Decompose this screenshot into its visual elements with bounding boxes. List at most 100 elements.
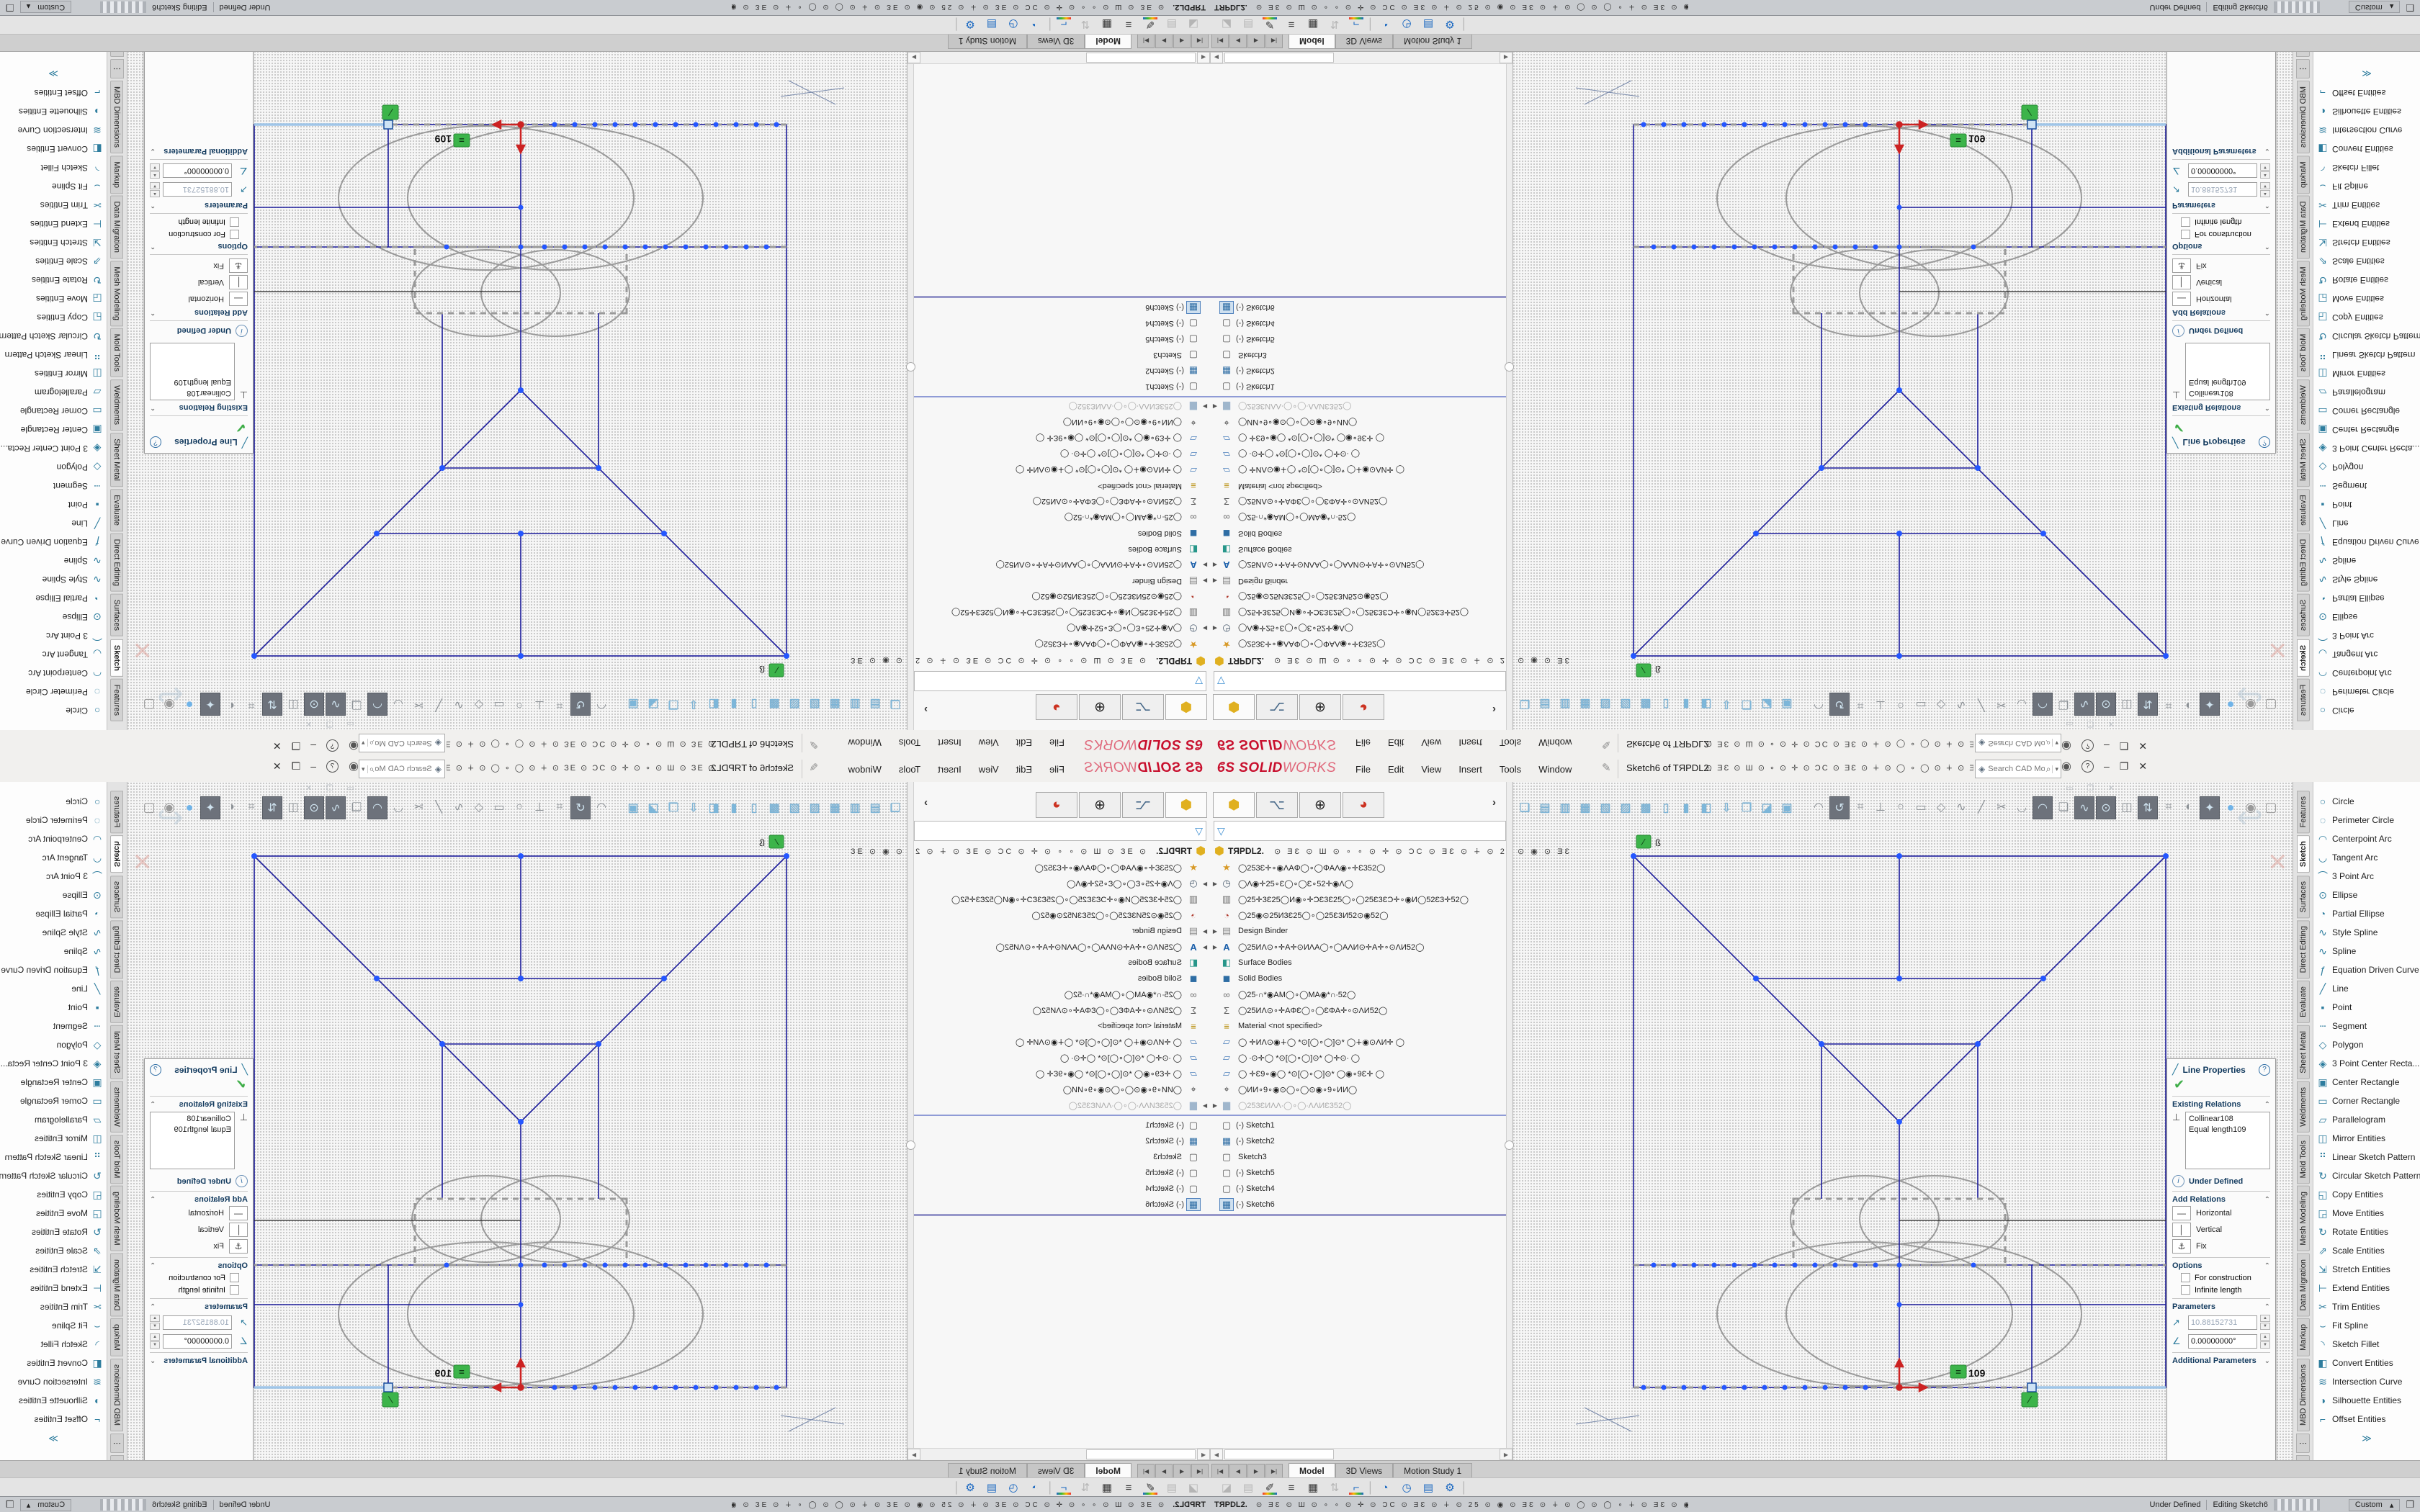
tree-scrollbar[interactable] <box>1506 52 1512 730</box>
unit-system-dropdown[interactable]: Custom ▴ <box>2349 1 2400 14</box>
panel-tab[interactable]: ⊕ <box>1079 694 1121 720</box>
tree-filter-input[interactable]: ▽ <box>1214 821 1506 841</box>
menu-item[interactable]: Window <box>1531 735 1579 752</box>
tree-item[interactable]: Σ ◯25ИΛ⊙∘✛AΦƐ◯∘◯ƐΦA✛∘⊙ΛИ52◯ <box>778 1002 1210 1018</box>
palette-item[interactable]: ◔ Partial Ellipse <box>2313 589 2420 608</box>
model-tab[interactable]: Motion Study 1 <box>948 1463 1027 1478</box>
tree-filter-input[interactable]: ▽ <box>1214 671 1506 691</box>
parameter-input[interactable]: 0.00000000° <box>163 164 232 179</box>
bottom-toolbar-icon[interactable]: │ <box>1046 1480 1053 1495</box>
tree-item[interactable]: ▶ ◷ ◯Λ◉✛25∘Ɛ◯∘◯Ɛ∘52✛◉Λ◯ <box>778 876 1210 891</box>
collapse-chevron-icon[interactable]: ⌃ <box>2264 1262 2270 1270</box>
toolbar-icon[interactable]: ⇅ <box>262 693 282 716</box>
bottom-toolbar-icon[interactable]: ▦ <box>1302 17 1324 32</box>
spinner[interactable]: ▲▼ <box>2260 1333 2270 1349</box>
tree-item[interactable]: ∞ ◯25∙∩*◉AM◯∘◯MA◉*∩∙52◯ <box>1210 510 1642 526</box>
palette-item[interactable]: ⊙ Ellipse <box>2313 608 2420 626</box>
palette-item[interactable]: ◈ 3 Point Center Recta... <box>0 1054 107 1073</box>
tab-nav-button[interactable]: ▶| <box>1265 1464 1283 1478</box>
command-tab[interactable]: Data Migration <box>2297 196 2310 259</box>
toolbar-icon[interactable]: ❏ <box>1515 693 1534 715</box>
command-tab[interactable]: Sketch <box>2297 835 2310 873</box>
toolbar-icon[interactable]: ◡ <box>389 694 408 716</box>
spinner[interactable]: ▲▼ <box>2260 163 2270 179</box>
command-tab[interactable]: MBD Dimensions <box>111 1359 124 1431</box>
panel-tab[interactable]: ⬢ <box>1213 792 1255 818</box>
toolbar-icon[interactable]: ❏ <box>1515 797 1534 819</box>
panel-tab[interactable]: ◕ <box>1036 792 1077 818</box>
collapse-chevron-icon[interactable]: ⌃ <box>2264 1196 2270 1204</box>
toolbar-icon[interactable]: ▩ <box>765 693 784 715</box>
tree-item[interactable]: ▱ ◯ ✛ИΛ⊙◉∔◯ *⊙[◯∘◯]⊙* ◯∔◉⊙ΛИ✛ ◯ <box>778 1034 1210 1050</box>
tree-item[interactable]: ▥ ◯25✛3Ɛ25◯И◉∘✛ƆƐ3Ɛ25◯∘◯25Ɛ3ƐƆ✛∘◉И◯52Ɛ3✛… <box>1210 605 1642 621</box>
tree-item-sketch[interactable]: ▦ (-) Sketch6 <box>778 300 1210 315</box>
expand-arrow[interactable]: ▶ <box>1210 626 1220 632</box>
tree-item[interactable]: ▶ ▤ Design Binder <box>778 923 1210 939</box>
add-relation-button[interactable]: ⚓ Fix <box>150 258 248 273</box>
palette-item[interactable]: ◝ Sketch Fillet <box>2313 158 2420 177</box>
tree-item[interactable]: ▱ ◯ ✛ИΛ⊙◉∔◯ *⊙[◯∘◯]⊙* ◯∔◉⊙ΛИ✛ ◯ <box>1210 462 1642 478</box>
palette-item[interactable]: ⊢ Extend Entities <box>2313 1279 2420 1297</box>
tree-root[interactable]: ⬢ TЯPDL2. ⊙ ƎƐ ⊙ Ш ⊙ ∘ ∘ ⊙ ✛ ⊙ ƆC ⊙ ƎƐ ⊙… <box>778 652 1210 670</box>
panel-expand-chevron[interactable]: › <box>1492 796 1496 809</box>
toolbar-icon[interactable]: ⊙ <box>2096 693 2116 716</box>
toolbar-icon[interactable]: ▣ <box>1778 797 1796 819</box>
tree-item[interactable]: ▶ ▤ Design Binder <box>1210 573 1642 589</box>
command-tab[interactable]: MBD Dimensions <box>2297 81 2310 153</box>
menu-item[interactable]: File <box>1042 761 1072 778</box>
toolbar-icon[interactable]: ▮ <box>725 797 743 819</box>
relation-callout-equal[interactable]: = 109 <box>434 1365 470 1379</box>
user-icon[interactable]: ◉ <box>2061 739 2071 753</box>
palette-item[interactable]: ◱ Copy Entities <box>2313 1185 2420 1204</box>
bottom-toolbar-icon[interactable]: ◷ <box>1003 17 1024 32</box>
palette-item[interactable]: ◇ Polygon <box>0 458 107 477</box>
menu-item[interactable]: Tools <box>892 735 928 752</box>
panel-tab[interactable]: ⌥ <box>1122 792 1164 818</box>
palette-item[interactable]: ⌐ Offset Entities <box>2313 1410 2420 1428</box>
toolbar-icon[interactable]: ⊥ <box>1871 694 1890 716</box>
palette-item[interactable]: ⌣ Fit Spline <box>2313 177 2420 196</box>
bottom-toolbar-icon[interactable]: ≡ <box>1281 1480 1302 1495</box>
model-tab[interactable]: Motion Study 1 <box>1393 34 1472 49</box>
command-tab[interactable]: Markup <box>111 156 124 194</box>
expand-arrow[interactable]: ▶ <box>1210 578 1220 585</box>
toolbar-icon[interactable]: ◐ <box>2179 694 2198 716</box>
tree-item-sketch[interactable]: ▦ (-) Sketch6 <box>1210 1197 1642 1212</box>
ok-button[interactable]: ✔ <box>150 1077 246 1092</box>
command-tab[interactable]: Direct Editing <box>2297 920 2310 978</box>
expand-arrow[interactable]: ▶ <box>1210 944 1220 950</box>
palette-item[interactable]: ○ Circle <box>0 792 107 811</box>
toolbar-icon[interactable]: ▯ <box>1657 693 1675 715</box>
toolbar-icon[interactable]: ◠ <box>1809 796 1828 818</box>
expand-arrow[interactable]: ▶ <box>1200 881 1210 887</box>
palette-item[interactable]: ◔ Partial Ellipse <box>0 904 107 923</box>
confirmation-corner-icon[interactable]: ↩ <box>157 799 184 836</box>
palette-item[interactable]: ✂ Trim Entities <box>0 196 107 215</box>
toolbar-icon[interactable]: ✂ <box>1992 796 2011 818</box>
palette-item[interactable]: ◧ Convert Entities <box>2313 140 2420 158</box>
tree-item[interactable]: ◔ ◯25◉⊙25И3Ɛ25◯∘◯25Ɛ3И52⊙◉52◯ <box>1210 907 1642 923</box>
ok-button[interactable]: ✔ <box>2174 1077 2270 1092</box>
bottom-toolbar-icon[interactable]: │ <box>1461 17 1468 32</box>
tree-scrollbar[interactable] <box>908 782 914 1460</box>
command-tab[interactable]: Features <box>2297 791 2310 833</box>
command-tab[interactable]: Evaluate <box>2297 981 2310 1023</box>
close-button[interactable]: ✕ <box>273 760 282 773</box>
command-tab[interactable]: Sheet Metal <box>2297 433 2310 487</box>
toolbar-icon[interactable]: ▭ <box>490 694 508 716</box>
scroll-thumb[interactable] <box>1086 53 1196 63</box>
tree-horizontal-scrollbar[interactable]: ◀ ▶ <box>1210 52 1512 64</box>
option-checkbox[interactable]: Infinite length <box>150 217 239 227</box>
palette-item[interactable]: ▱ Parallelogram <box>2313 1110 2420 1129</box>
palette-item[interactable]: ⇗ Scale Entities <box>2313 1241 2420 1260</box>
command-tab[interactable]: Sheet Metal <box>2297 1025 2310 1079</box>
bottom-toolbar-icon[interactable]: ≡ <box>1118 17 1139 32</box>
collapse-chevron-icon[interactable]: ⌃ <box>2264 243 2270 251</box>
toolbar-icon[interactable]: ◐ <box>222 796 241 818</box>
palette-item[interactable]: ⠛ Linear Sketch Pattern <box>2313 346 2420 364</box>
tree-item[interactable]: ▱ ◯ ✛Ɛ9∘◉◯ *⊙[◯∘◯]⊙* ◯◉∘9Ɛ✛ ◯ <box>778 1066 1210 1081</box>
tab-nav-button[interactable]: ▶ <box>1155 1464 1173 1478</box>
tab-nav-button[interactable]: ◀ <box>1229 34 1247 48</box>
toolbar-icon[interactable]: ▢ <box>2262 694 2280 716</box>
user-icon[interactable]: ◉ <box>2061 759 2071 773</box>
